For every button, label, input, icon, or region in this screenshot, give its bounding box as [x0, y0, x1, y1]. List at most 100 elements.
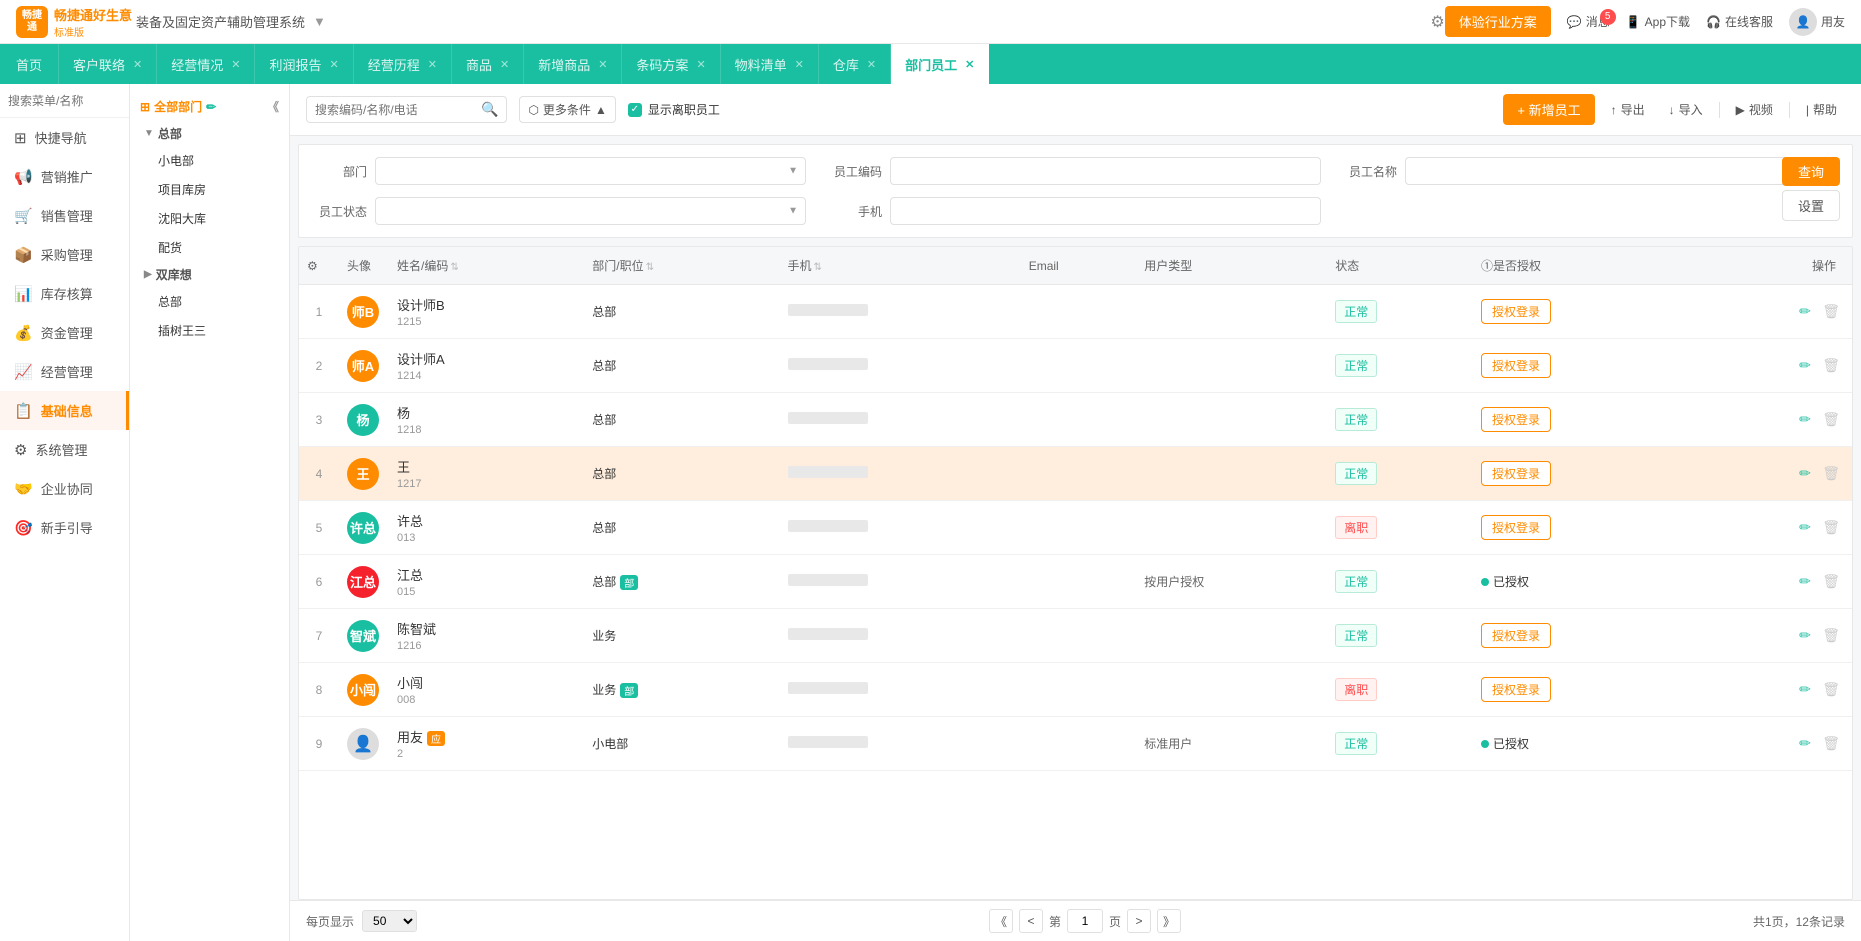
export-btn[interactable]: ↑ 导出 — [1603, 97, 1653, 122]
edit-btn[interactable]: ✏ — [1795, 517, 1815, 538]
delete-btn[interactable]: 🗑 — [1818, 463, 1844, 484]
grant-login-btn[interactable]: 授权登录 — [1481, 299, 1551, 324]
search-submit-icon[interactable]: 🔍 — [481, 101, 498, 118]
sidebar-item-operations[interactable]: 📈 经营管理 — [0, 352, 129, 391]
dept-group-shuangxiang[interactable]: ▶ 双庠想 — [130, 262, 289, 287]
dept-group-general[interactable]: ▼ 总部 — [130, 121, 289, 146]
dept-item-project[interactable]: 项目库房 — [130, 175, 289, 204]
dept-item-xiaodian[interactable]: 小电部 — [130, 146, 289, 175]
trial-btn[interactable]: 体验行业方案 — [1445, 6, 1551, 37]
delete-btn[interactable]: 🗑 — [1818, 625, 1844, 646]
dept-edit-icon[interactable]: ✏ — [206, 100, 216, 114]
edit-btn[interactable]: ✏ — [1795, 733, 1815, 754]
phone-input[interactable] — [890, 197, 1321, 225]
delete-btn[interactable]: 🗑 — [1818, 301, 1844, 322]
tab-close-icon[interactable]: ✕ — [696, 58, 705, 71]
show-resigned-checkbox[interactable]: ✓ 显示离职员工 — [628, 101, 720, 118]
help-btn[interactable]: | 帮助 — [1798, 97, 1845, 122]
tab-dept-staff[interactable]: 部门员工 ✕ — [891, 44, 989, 84]
sidebar-item-enterprise[interactable]: 🤝 企业协同 — [0, 469, 129, 508]
settings-btn[interactable]: 设置 — [1782, 190, 1840, 221]
app-download-btn[interactable]: 📱 App下载 — [1626, 13, 1690, 30]
sidebar-item-basic-info[interactable]: 📋 基础信息 — [0, 391, 129, 430]
edit-btn[interactable]: ✏ — [1795, 463, 1815, 484]
edit-btn[interactable]: ✏ — [1795, 409, 1815, 430]
sidebar-item-finance[interactable]: 💰 资金管理 — [0, 313, 129, 352]
search-btn[interactable]: 查询 — [1782, 157, 1840, 186]
tab-close-icon[interactable]: ✕ — [428, 58, 437, 71]
sidebar-item-inventory[interactable]: 📊 库存核算 — [0, 274, 129, 313]
tab-history[interactable]: 经营历程 ✕ — [354, 44, 452, 84]
first-page-btn[interactable]: 《 — [989, 909, 1013, 933]
dept-item-peihu[interactable]: 配货 — [130, 233, 289, 262]
edit-btn[interactable]: ✏ — [1795, 355, 1815, 376]
dept-item-pucao[interactable]: 插树王三 — [130, 316, 289, 345]
add-employee-btn[interactable]: + 新增员工 — [1503, 94, 1594, 125]
edit-btn[interactable]: ✏ — [1795, 571, 1815, 592]
tab-close-icon[interactable]: ✕ — [795, 58, 804, 71]
more-conditions-btn[interactable]: ⬡ 更多条件 ▲ — [519, 96, 615, 123]
tab-barcode[interactable]: 条码方案 ✕ — [622, 44, 720, 84]
delete-btn[interactable]: 🗑 — [1818, 679, 1844, 700]
tab-close-icon[interactable]: ✕ — [500, 58, 509, 71]
tab-close-icon[interactable]: ✕ — [231, 58, 240, 71]
emp-name-input[interactable] — [1405, 157, 1836, 185]
view-btn[interactable]: ▶ 视频 — [1728, 97, 1781, 122]
dept-item-shenyang[interactable]: 沈阳大库 — [130, 204, 289, 233]
last-page-btn[interactable]: 》 — [1157, 909, 1181, 933]
edit-btn[interactable]: ✏ — [1795, 301, 1815, 322]
tab-close-icon[interactable]: ✕ — [965, 58, 974, 71]
tab-warehouse[interactable]: 仓库 ✕ — [819, 44, 891, 84]
system-dropdown-icon[interactable]: ▼ — [313, 14, 326, 29]
dept-collapse-icon[interactable]: 《 — [267, 98, 279, 115]
tab-home[interactable]: 首页 — [0, 44, 59, 84]
grant-login-btn[interactable]: 授权登录 — [1481, 623, 1551, 648]
col-settings[interactable]: ⚙ — [299, 247, 339, 285]
grant-login-btn[interactable]: 授权登录 — [1481, 461, 1551, 486]
sidebar-search-input[interactable] — [8, 94, 130, 108]
tab-add-goods[interactable]: 新增商品 ✕ — [524, 44, 622, 84]
tab-material[interactable]: 物料清单 ✕ — [721, 44, 819, 84]
tab-close-icon[interactable]: ✕ — [598, 58, 607, 71]
page-size-select[interactable]: 50 20 100 — [362, 910, 417, 932]
delete-btn[interactable]: 🗑 — [1818, 409, 1844, 430]
tab-close-icon[interactable]: ✕ — [867, 58, 876, 71]
grant-login-btn[interactable]: 授权登录 — [1481, 407, 1551, 432]
grant-login-btn[interactable]: 授权登录 — [1481, 353, 1551, 378]
grant-login-btn[interactable]: 授权登录 — [1481, 515, 1551, 540]
next-page-btn[interactable]: > — [1127, 909, 1151, 933]
tab-profit[interactable]: 经营情况 ✕ — [157, 44, 255, 84]
prev-page-btn[interactable]: < — [1019, 909, 1043, 933]
online-service-btn[interactable]: 🎧 在线客服 — [1706, 13, 1773, 30]
sidebar-item-sales[interactable]: 🛒 销售管理 — [0, 196, 129, 235]
sidebar-item-marketing[interactable]: 📢 营销推广 — [0, 157, 129, 196]
import-btn[interactable]: ↓ 导入 — [1661, 97, 1711, 122]
col-name-code[interactable]: 姓名/编码⇅ — [389, 247, 584, 285]
tab-close-icon[interactable]: ✕ — [133, 58, 142, 71]
sidebar-item-guide[interactable]: 🎯 新手引导 — [0, 508, 129, 547]
edit-btn[interactable]: ✏ — [1795, 679, 1815, 700]
gear-icon[interactable]: ⚙ — [1430, 12, 1444, 32]
message-btn[interactable]: 💬 消息 5 — [1567, 13, 1610, 30]
dept-header[interactable]: ⊞ 全部部门 ✏ 《 — [130, 92, 289, 121]
user-profile[interactable]: 👤 用友 — [1789, 8, 1845, 36]
delete-btn[interactable]: 🗑 — [1818, 517, 1844, 538]
delete-btn[interactable]: 🗑 — [1818, 733, 1844, 754]
col-dept-position[interactable]: 部门/职位⇅ — [584, 247, 779, 285]
emp-status-select[interactable] — [375, 197, 806, 225]
col-phone[interactable]: 手机⇅ — [780, 247, 1021, 285]
search-input[interactable] — [315, 103, 475, 117]
emp-code-input[interactable] — [890, 157, 1321, 185]
delete-btn[interactable]: 🗑 — [1818, 355, 1844, 376]
sidebar-item-quick-nav[interactable]: ⊞ 快捷导航 — [0, 118, 129, 157]
edit-btn[interactable]: ✏ — [1795, 625, 1815, 646]
delete-btn[interactable]: 🗑 — [1818, 571, 1844, 592]
tab-profit-report[interactable]: 利润报告 ✕ — [255, 44, 353, 84]
dept-select[interactable] — [375, 157, 806, 185]
tab-customer[interactable]: 客户联络 ✕ — [59, 44, 157, 84]
tab-goods[interactable]: 商品 ✕ — [452, 44, 524, 84]
sidebar-item-system[interactable]: ⚙ 系统管理 — [0, 430, 129, 469]
sidebar-item-purchase[interactable]: 📦 采购管理 — [0, 235, 129, 274]
grant-login-btn[interactable]: 授权登录 — [1481, 677, 1551, 702]
tab-close-icon[interactable]: ✕ — [330, 58, 339, 71]
